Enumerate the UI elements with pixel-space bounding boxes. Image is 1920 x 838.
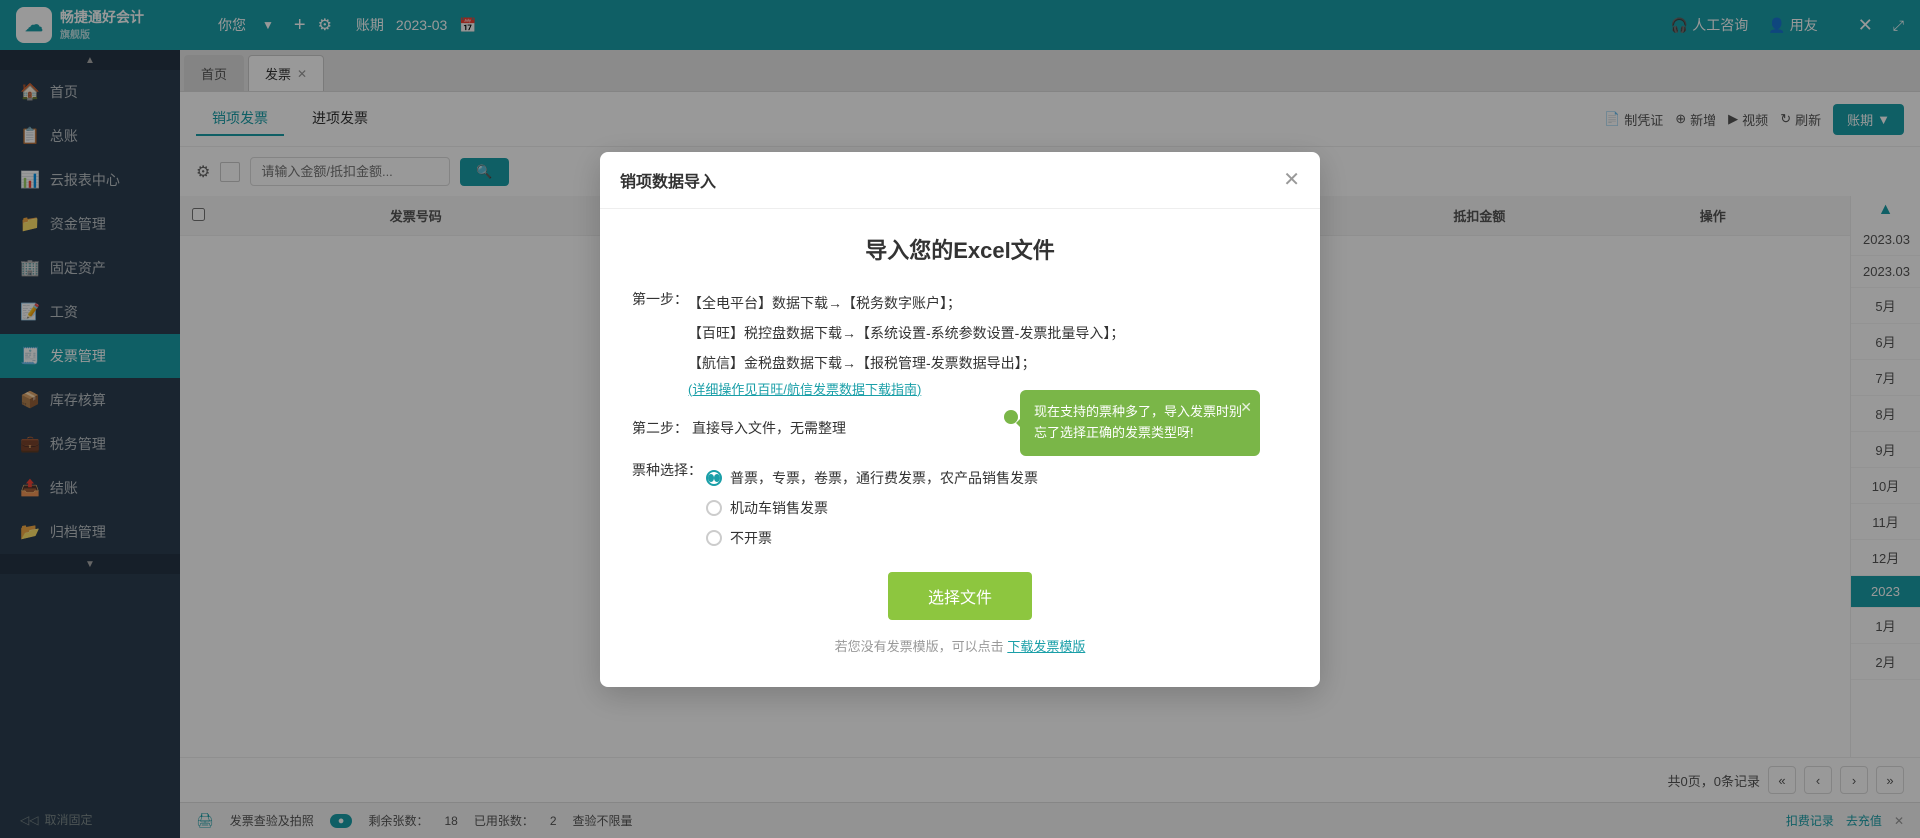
radio-normal-label: 普票，专票，卷票，通行费发票，农产品销售发票 bbox=[730, 468, 1038, 488]
radio-group: 普票，专票，卷票，通行费发票，农产品销售发票 机动车销售发票 不开票 bbox=[706, 468, 1038, 548]
radio-normal[interactable]: 普票，专票，卷票，通行费发票，农产品销售发票 bbox=[706, 468, 1038, 488]
select-file-button[interactable]: 选择文件 bbox=[888, 572, 1032, 620]
step1-block: 第一步： 【全电平台】数据下载→【税务数字账户】； 【百旺】税控盘数据下载→【系… bbox=[632, 289, 1288, 398]
step2-text: 直接导入文件，无需整理 bbox=[692, 418, 846, 438]
radio-motor-label: 机动车销售发票 bbox=[730, 498, 828, 518]
radio-motor-circle bbox=[706, 500, 722, 516]
download-template-link[interactable]: 下载发票模版 bbox=[1007, 639, 1085, 654]
import-title: 导入您的Excel文件 bbox=[632, 233, 1288, 265]
step1-label: 第一步： bbox=[632, 289, 688, 309]
radio-normal-circle bbox=[706, 470, 722, 486]
radio-none[interactable]: 不开票 bbox=[706, 528, 1038, 548]
radio-none-label: 不开票 bbox=[730, 528, 772, 548]
modal-header: 销项数据导入 ✕ bbox=[600, 152, 1320, 209]
ticket-select-block: 票种选择： 普票，专票，卷票，通行费发票，农产品销售发票 机动车销售发票 bbox=[632, 458, 1288, 548]
modal-title: 销项数据导入 bbox=[620, 168, 716, 192]
radio-motor[interactable]: 机动车销售发票 bbox=[706, 498, 1038, 518]
step1-line2: 【百旺】税控盘数据下载→【系统设置-系统参数设置-发票批量导入】； bbox=[688, 319, 1124, 347]
step1-line1: 【全电平台】数据下载→【税务数字账户】； bbox=[688, 289, 1124, 317]
radio-none-circle bbox=[706, 530, 722, 546]
download-hint: 若您没有发票模版，可以点击 下载发票模版 bbox=[632, 636, 1288, 655]
tooltip-close-button[interactable]: ✕ bbox=[1240, 396, 1252, 418]
step2-label: 第二步： bbox=[632, 418, 688, 438]
modal-close-button[interactable]: ✕ bbox=[1283, 170, 1300, 190]
modal-overlay: 销项数据导入 ✕ 导入您的Excel文件 第一步： 【全电平台】数据下载→【税务… bbox=[0, 0, 1920, 838]
step1-line3: 【航信】金税盘数据下载→【报税管理-发票数据导出】； bbox=[688, 349, 1124, 377]
download-hint-before: 若您没有发票模版，可以点击 bbox=[835, 639, 1004, 654]
tooltip-bubble: ✕ 现在支持的票种多了，导入发票时别忘了选择正确的发票类型呀! bbox=[1020, 390, 1260, 456]
ticket-label: 票种选择： bbox=[632, 458, 702, 480]
tooltip-text: 现在支持的票种多了，导入发票时别忘了选择正确的发票类型呀! bbox=[1034, 404, 1242, 440]
